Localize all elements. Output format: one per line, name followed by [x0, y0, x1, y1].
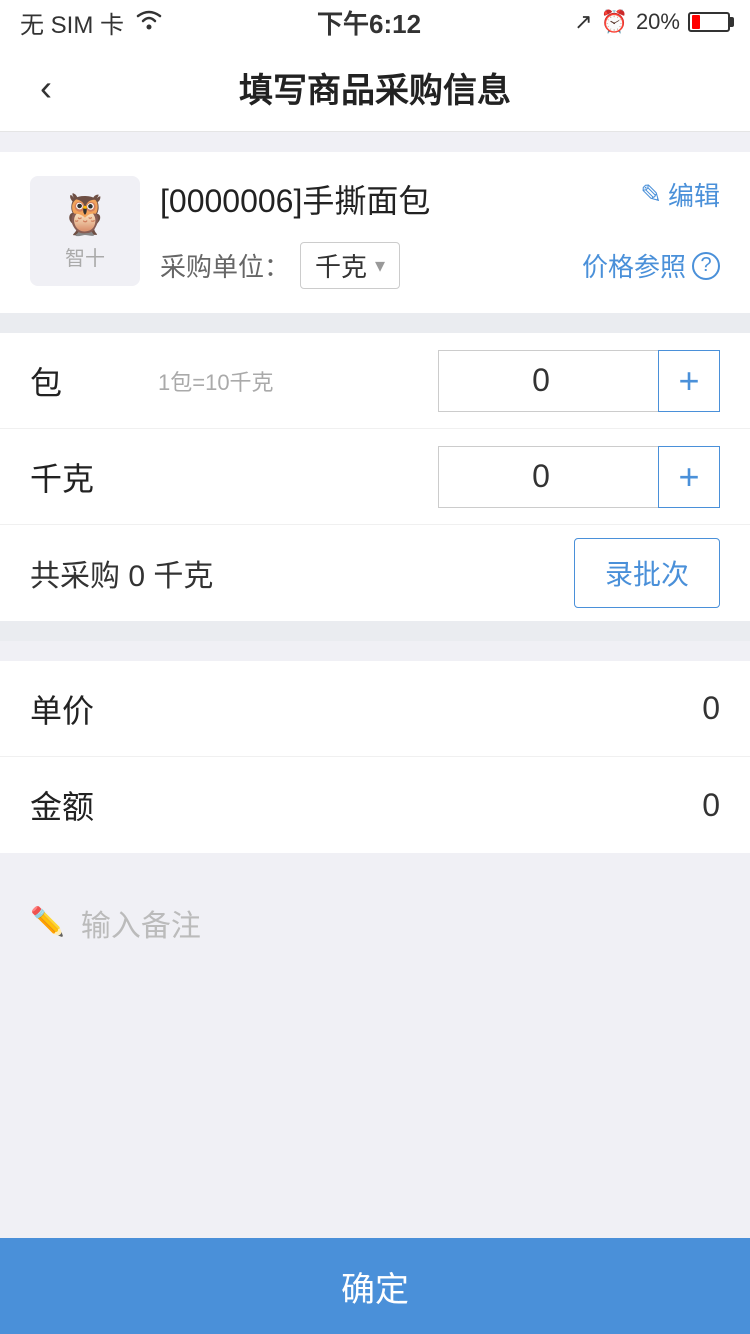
- price-ref-button[interactable]: 价格参照 ?: [582, 247, 720, 284]
- summary-prefix: 共采购: [30, 560, 120, 593]
- unit-select[interactable]: 千克 ▾: [300, 242, 400, 289]
- status-left: 无 SIM 卡: [20, 5, 164, 40]
- edit-label: 编辑: [668, 176, 720, 213]
- product-card: 🦉 智十 [0000006]手撕面包 ✎ 编辑 采购单位： 千克: [0, 152, 750, 313]
- product-title: 手撕面包: [302, 183, 430, 219]
- divider-2: [0, 621, 750, 641]
- unit-price-row: 单价 0: [0, 661, 750, 757]
- page-title: 填写商品采购信息: [239, 63, 511, 112]
- pencil-icon: ✏️: [30, 905, 65, 938]
- battery-percent: 20%: [636, 9, 680, 35]
- wifi-icon: [134, 8, 164, 37]
- remark-placeholder: 输入备注: [81, 901, 201, 945]
- no-sim-label: 无 SIM 卡: [20, 5, 124, 40]
- bag-sub-label: 1包=10千克: [158, 365, 274, 397]
- product-thumb-text: 智十: [60, 242, 110, 271]
- back-button[interactable]: ‹: [30, 57, 62, 119]
- amount-label: 金额: [30, 782, 94, 828]
- unit-price-value: 0: [702, 690, 720, 727]
- price-section: 单价 0 金额 0: [0, 661, 750, 853]
- kg-label: 千克: [30, 454, 150, 500]
- bag-label: 包: [30, 358, 150, 404]
- product-name: [0000006]手撕面包: [160, 176, 430, 222]
- edit-icon: ✎: [640, 179, 662, 210]
- unit-label: 采购单位：: [160, 247, 290, 284]
- bag-quantity-input[interactable]: [438, 350, 658, 412]
- battery-icon: [688, 12, 730, 32]
- amount-row: 金额 0: [0, 757, 750, 853]
- amount-value: 0: [702, 787, 720, 824]
- location-icon: ↗: [574, 9, 592, 35]
- status-time: 下午6:12: [317, 4, 421, 41]
- summary-text: 共采购 0 千克: [30, 551, 213, 595]
- product-id: [0000006]: [160, 183, 302, 219]
- kg-input-right: +: [438, 446, 720, 508]
- edit-button[interactable]: ✎ 编辑: [640, 176, 720, 213]
- product-top-row: [0000006]手撕面包 ✎ 编辑: [160, 176, 720, 222]
- batch-button[interactable]: 录批次: [574, 538, 720, 608]
- product-info: [0000006]手撕面包 ✎ 编辑 采购单位： 千克 ▾ 价格参照 ?: [160, 176, 720, 289]
- battery-fill: [692, 15, 700, 29]
- kg-plus-button[interactable]: +: [658, 446, 720, 508]
- kg-quantity-input[interactable]: [438, 446, 658, 508]
- kg-input-row: 千克 +: [0, 429, 750, 525]
- bag-input-right: +: [438, 350, 720, 412]
- confirm-button[interactable]: 确定: [0, 1238, 750, 1334]
- bag-input-row: 包 1包=10千克 +: [0, 333, 750, 429]
- alarm-icon: ⏰: [601, 9, 628, 35]
- status-right: ↗ ⏰ 20%: [574, 9, 730, 35]
- status-bar: 无 SIM 卡 下午6:12 ↗ ⏰ 20%: [0, 0, 750, 44]
- price-ref-label: 价格参照: [582, 247, 686, 284]
- remark-section[interactable]: ✏️ 输入备注: [0, 873, 750, 1213]
- bag-plus-button[interactable]: +: [658, 350, 720, 412]
- nav-bar: ‹ 填写商品采购信息: [0, 44, 750, 132]
- content-area: 🦉 智十 [0000006]手撕面包 ✎ 编辑 采购单位： 千克: [0, 152, 750, 1309]
- product-thumbnail: 🦉 智十: [30, 176, 140, 286]
- unit-value: 千克: [315, 247, 367, 284]
- info-icon: ?: [692, 252, 720, 280]
- unit-chevron-icon: ▾: [375, 253, 385, 278]
- product-unit-row: 采购单位： 千克 ▾ 价格参照 ?: [160, 242, 720, 289]
- unit-price-label: 单价: [30, 686, 94, 732]
- summary-row: 共采购 0 千克 录批次: [0, 525, 750, 621]
- product-thumb-owl-icon: 🦉: [60, 191, 110, 238]
- divider-1: [0, 313, 750, 333]
- input-section: 包 1包=10千克 + 千克 +: [0, 333, 750, 525]
